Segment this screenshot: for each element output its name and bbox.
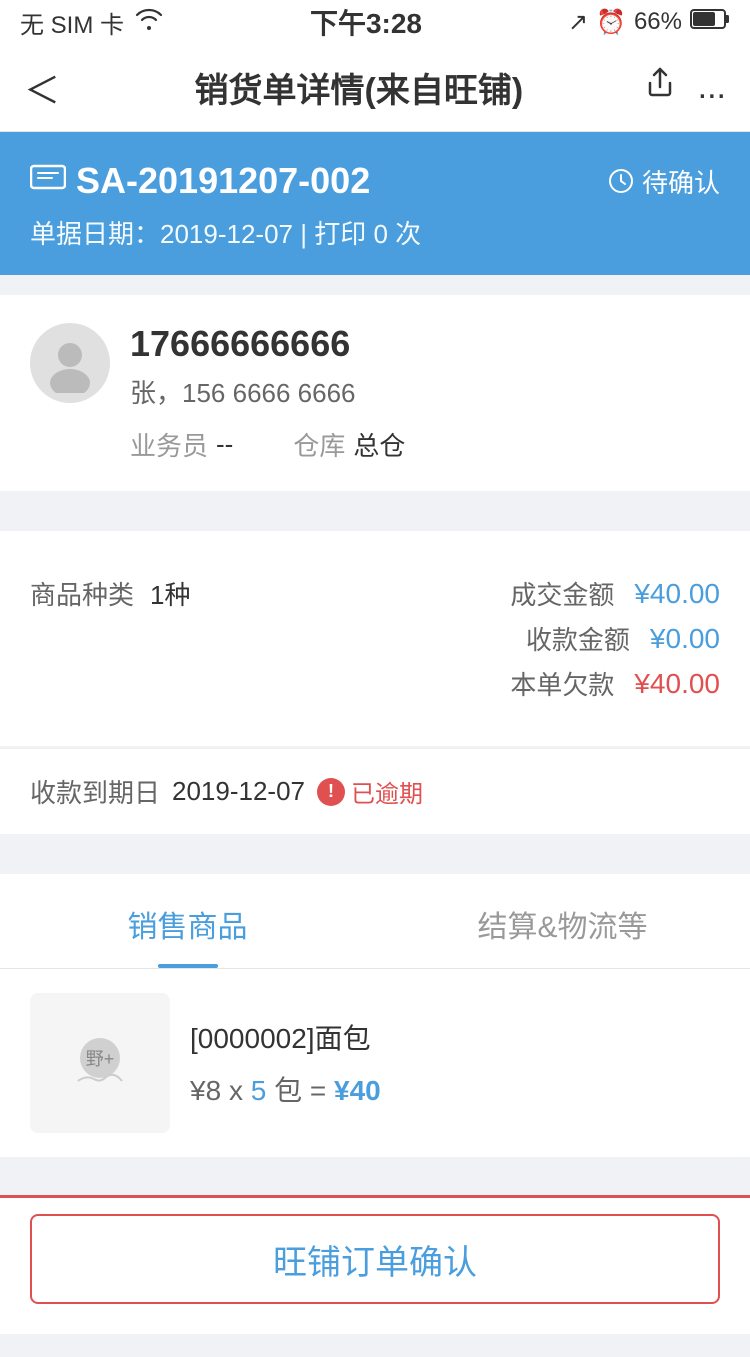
- wifi-icon: [134, 8, 164, 37]
- summary-right: 成交金额 ¥40.00 收款金额 ¥0.00 本单欠款 ¥40.00: [510, 575, 720, 702]
- order-icon: [30, 163, 66, 199]
- bottom-bar: 旺铺订单确认: [0, 1195, 750, 1334]
- product-name: [0000002]面包: [190, 1017, 720, 1057]
- summary-left: 商品种类 1种: [30, 575, 510, 612]
- order-status: 待确认: [608, 163, 720, 200]
- page-title: 销货单详情(来自旺铺): [76, 63, 642, 112]
- battery-icon: [690, 8, 730, 37]
- received-amount-row: 收款金额 ¥0.00: [526, 620, 720, 657]
- customer-meta: 业务员 -- 仓库 总仓: [130, 426, 720, 463]
- share-button[interactable]: [642, 65, 678, 110]
- order-id: SA-20191207-002: [30, 160, 370, 202]
- customer-phone: 17666666666: [130, 323, 720, 365]
- order-header-card: SA-20191207-002 待确认 单据日期：2019-12-07 | 打印…: [0, 132, 750, 275]
- nav-bar: ＜ 销货单详情(来自旺铺) ...: [0, 44, 750, 132]
- owed-amount: ¥40.00: [634, 668, 720, 700]
- product-price: ¥8 x 5 包 = ¥40: [190, 1069, 720, 1109]
- salesperson-meta: 业务员 --: [130, 426, 233, 463]
- status-bar: 无 SIM 卡 下午3:28 ↗ ⏰ 66%: [0, 0, 750, 44]
- confirm-order-button[interactable]: 旺铺订单确认: [30, 1214, 720, 1304]
- customer-info: 17666666666 张，156 6666 6666 业务员 -- 仓库 总仓: [30, 323, 720, 463]
- status-time: 下午3:28: [310, 2, 422, 42]
- deal-amount: ¥40.00: [634, 578, 720, 610]
- warehouse-meta: 仓库 总仓: [293, 426, 405, 463]
- product-info: [0000002]面包 ¥8 x 5 包 = ¥40: [190, 1017, 720, 1109]
- customer-name: 张，156 6666 6666: [130, 373, 720, 410]
- tab-settlement[interactable]: 结算&物流等: [375, 874, 750, 968]
- svg-text:野+: 野+: [86, 1049, 115, 1069]
- location-icon: ↗: [568, 8, 588, 37]
- alarm-icon: ⏰: [596, 8, 626, 37]
- order-id-row: SA-20191207-002 待确认: [30, 160, 720, 202]
- due-date-section: 收款到期日 2019-12-07 ! 已逾期: [0, 748, 750, 834]
- carrier-text: 无 SIM 卡: [20, 5, 124, 40]
- product-item: 野+ [0000002]面包 ¥8 x 5 包 = ¥40: [30, 993, 720, 1133]
- divider-2: [0, 834, 750, 854]
- customer-section: 17666666666 张，156 6666 6666 业务员 -- 仓库 总仓: [0, 295, 750, 491]
- divider-1: [0, 491, 750, 511]
- customer-details: 17666666666 张，156 6666 6666 业务员 -- 仓库 总仓: [130, 323, 720, 463]
- overdue-badge: ! 已逾期: [317, 774, 423, 809]
- product-thumbnail: 野+: [30, 993, 170, 1133]
- order-summary: 商品种类 1种 成交金额 ¥40.00 收款金额 ¥0.00 本单欠款 ¥40.…: [30, 555, 720, 722]
- back-button[interactable]: ＜: [24, 52, 76, 124]
- avatar: [30, 323, 110, 403]
- tabs: 销售商品 结算&物流等: [0, 874, 750, 969]
- more-button[interactable]: ...: [698, 68, 726, 107]
- status-right: ↗ ⏰ 66%: [568, 8, 730, 37]
- tab-sales-product[interactable]: 销售商品: [0, 874, 375, 968]
- nav-actions: ...: [642, 65, 726, 110]
- overdue-icon: !: [317, 778, 345, 806]
- owed-amount-row: 本单欠款 ¥40.00: [510, 665, 720, 702]
- product-section: 野+ [0000002]面包 ¥8 x 5 包 = ¥40: [0, 969, 750, 1157]
- received-amount: ¥0.00: [650, 623, 720, 655]
- order-summary-section: 商品种类 1种 成交金额 ¥40.00 收款金额 ¥0.00 本单欠款 ¥40.…: [0, 531, 750, 746]
- battery-text: 66%: [634, 8, 682, 36]
- deal-amount-row: 成交金额 ¥40.00: [510, 575, 720, 612]
- status-left: 无 SIM 卡: [20, 5, 164, 40]
- order-date: 单据日期：2019-12-07 | 打印 0 次: [30, 214, 720, 251]
